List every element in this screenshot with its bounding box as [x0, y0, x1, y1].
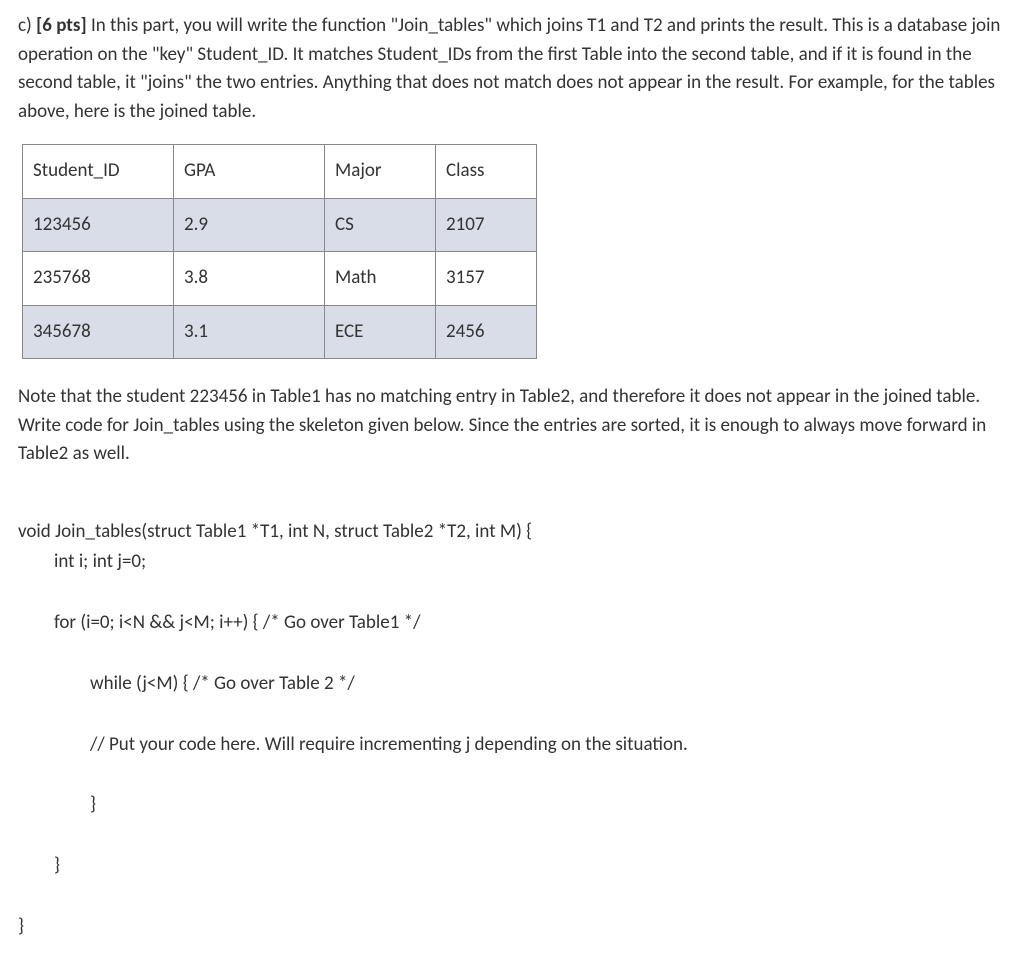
- cell-class: 3157: [436, 252, 537, 306]
- cell-student-id: 235768: [23, 252, 174, 306]
- cell-class: 2456: [436, 305, 537, 359]
- cell-major: ECE: [325, 305, 436, 359]
- code-line: }: [18, 915, 24, 938]
- question-paragraph-2: Note that the student 223456 in Table1 h…: [18, 383, 1005, 469]
- cell-class: 2107: [436, 198, 537, 252]
- code-line: // Put your code here. Will require incr…: [18, 730, 1005, 760]
- cell-student-id: 123456: [23, 198, 174, 252]
- table-row: 235768 3.8 Math 3157: [23, 252, 537, 306]
- question-label: c): [18, 14, 36, 37]
- question-text: In this part, you will write the functio…: [18, 14, 1000, 123]
- table-row: 345678 3.1 ECE 2456: [23, 305, 537, 359]
- code-line: for (i=0; i<N && j<M; i++) { /* Go over …: [18, 608, 1005, 638]
- code-line: }: [18, 790, 1005, 820]
- cell-gpa: 3.1: [174, 305, 325, 359]
- cell-major: CS: [325, 198, 436, 252]
- header-major: Major: [325, 145, 436, 199]
- joined-table: Student_ID GPA Major Class 123456 2.9 CS…: [22, 144, 537, 359]
- code-line: void Join_tables(struct Table1 *T1, int …: [18, 520, 532, 543]
- header-gpa: GPA: [174, 145, 325, 199]
- points-label: [6 pts]: [36, 14, 87, 37]
- question-paragraph-1: c) [6 pts] In this part, you will write …: [18, 12, 1005, 126]
- header-student-id: Student_ID: [23, 145, 174, 199]
- cell-gpa: 2.9: [174, 198, 325, 252]
- header-class: Class: [436, 145, 537, 199]
- cell-student-id: 345678: [23, 305, 174, 359]
- cell-gpa: 3.8: [174, 252, 325, 306]
- code-line: while (j<M) { /* Go over Table 2 */: [18, 669, 1005, 699]
- cell-major: Math: [325, 252, 436, 306]
- table-row: 123456 2.9 CS 2107: [23, 198, 537, 252]
- table-header-row: Student_ID GPA Major Class: [23, 145, 537, 199]
- code-line: }: [18, 851, 1005, 881]
- code-skeleton: void Join_tables(struct Table1 *T1, int …: [18, 487, 1005, 943]
- code-line: int i; int j=0;: [18, 547, 1005, 577]
